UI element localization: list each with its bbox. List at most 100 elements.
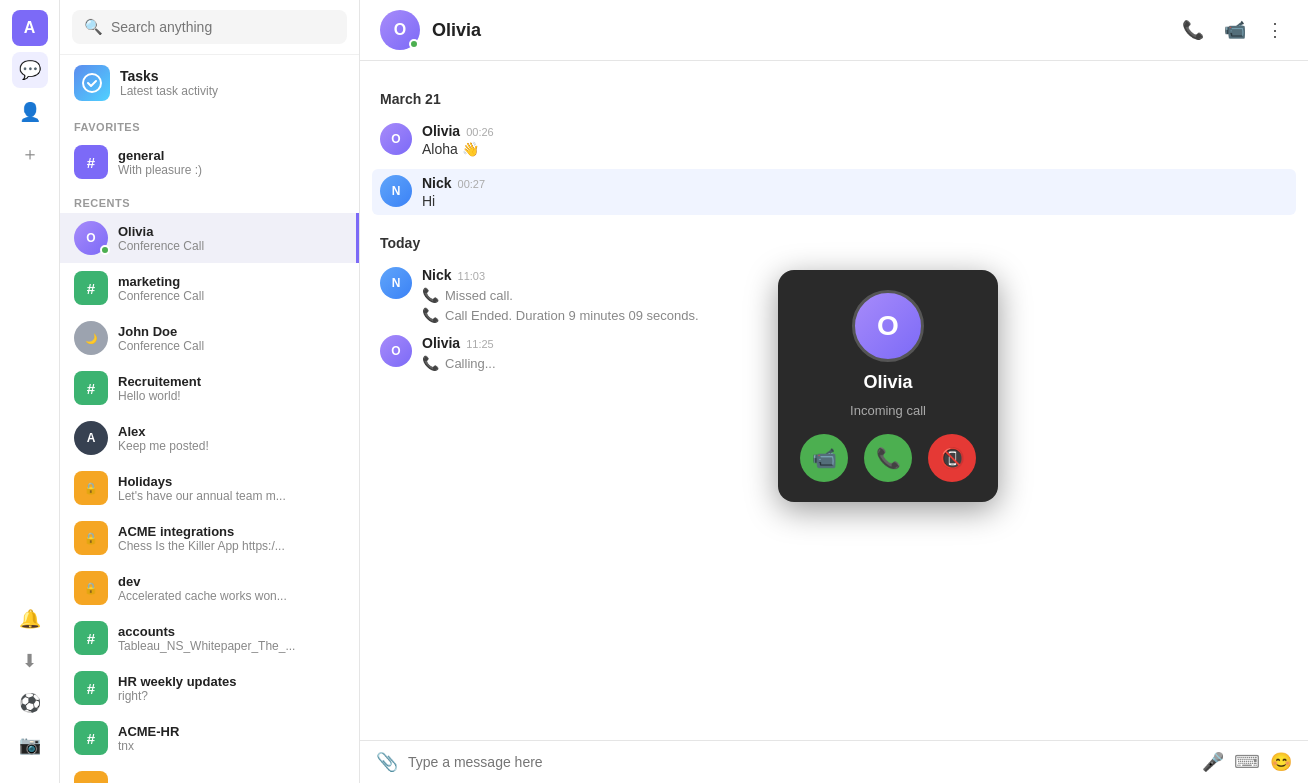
calling-text: Calling... bbox=[445, 356, 496, 371]
chat-header-name: Olivia bbox=[432, 20, 1166, 41]
alex-avatar: A bbox=[74, 421, 108, 455]
item-name: Alex bbox=[118, 424, 345, 439]
online-indicator bbox=[100, 245, 110, 255]
sidebar-item-olivia[interactable]: O Olivia Conference Call bbox=[60, 213, 359, 263]
channel-icon: 🔒 bbox=[74, 771, 108, 783]
missed-call-text: Missed call. bbox=[445, 288, 513, 303]
sidebar-item-general[interactable]: # general With pleasure :) bbox=[60, 137, 359, 187]
accept-call-button[interactable]: 📞 bbox=[864, 434, 912, 482]
camera-icon[interactable]: 📷 bbox=[12, 727, 48, 763]
popup-call-status: Incoming call bbox=[850, 403, 926, 418]
item-sub: Keep me posted! bbox=[118, 439, 345, 453]
msg-avatar: N bbox=[380, 175, 412, 207]
emoji-icon[interactable]: 😊 bbox=[1270, 751, 1292, 773]
tasks-item[interactable]: Tasks Latest task activity bbox=[60, 55, 359, 111]
sidebar-item-marketing[interactable]: # marketing Conference Call bbox=[60, 263, 359, 313]
call-ended-text: Call Ended. Duration 9 minutes 09 second… bbox=[445, 308, 699, 323]
item-name: Recruitement bbox=[118, 374, 345, 389]
popup-caller-name: Olivia bbox=[863, 372, 912, 393]
search-input[interactable] bbox=[111, 19, 335, 35]
sidebar-item-john-doe[interactable]: 🌙 John Doe Conference Call bbox=[60, 313, 359, 363]
item-sub: Conference Call bbox=[118, 339, 345, 353]
sidebar-list: Tasks Latest task activity FAVORITES # g… bbox=[60, 55, 359, 783]
item-sub: Hello world! bbox=[118, 389, 345, 403]
msg-time: 11:03 bbox=[458, 270, 486, 282]
add-icon[interactable]: ＋ bbox=[12, 136, 48, 172]
sidebar-item-acme-hr[interactable]: # ACME-HR tnx bbox=[60, 713, 359, 763]
john-avatar: 🌙 bbox=[74, 321, 108, 355]
msg-content: Olivia 00:26 Aloha 👋 bbox=[422, 123, 1288, 157]
popup-actions: 📹 📞 📵 bbox=[800, 434, 976, 482]
attachment-icon[interactable]: 📎 bbox=[376, 751, 398, 773]
phone-icon[interactable]: 📞 bbox=[1178, 15, 1208, 45]
mic-icon[interactable]: 🎤 bbox=[1202, 751, 1224, 773]
chat-icon[interactable]: 💬 bbox=[12, 52, 48, 88]
msg-avatar: N bbox=[380, 267, 412, 299]
message-row: O Olivia 00:26 Aloha 👋 bbox=[380, 123, 1288, 157]
sidebar-item-recruitement[interactable]: # Recruitement Hello world! bbox=[60, 363, 359, 413]
sidebar-item-acme-integrations[interactable]: 🔒 ACME integrations Chess Is the Killer … bbox=[60, 513, 359, 563]
tasks-sub: Latest task activity bbox=[120, 84, 218, 98]
channel-icon: # bbox=[74, 671, 108, 705]
item-name: general bbox=[118, 148, 345, 163]
sidebar-item-accounts[interactable]: # accounts Tableau_NS_Whitepaper_The_... bbox=[60, 613, 359, 663]
channel-icon: # bbox=[74, 621, 108, 655]
tasks-name: Tasks bbox=[120, 68, 218, 84]
sidebar-item-hr-weekly[interactable]: # HR weekly updates right? bbox=[60, 663, 359, 713]
download-icon[interactable]: ⬇ bbox=[12, 643, 48, 679]
date-group-today: Today bbox=[380, 235, 1288, 251]
user-avatar[interactable]: A bbox=[12, 10, 48, 46]
date-group-march21: March 21 bbox=[380, 91, 1288, 107]
item-sub: tnx bbox=[118, 739, 345, 753]
video-icon[interactable]: 📹 bbox=[1220, 15, 1250, 45]
sidebar-item-alex[interactable]: A Alex Keep me posted! bbox=[60, 413, 359, 463]
channel-icon: # bbox=[74, 145, 108, 179]
header-icons: 📞 📹 ⋮ bbox=[1178, 15, 1288, 45]
msg-sender: Nick bbox=[422, 175, 452, 191]
item-name: John Doe bbox=[118, 324, 345, 339]
favorites-label: FAVORITES bbox=[60, 111, 359, 137]
item-sub: Conference Call bbox=[118, 239, 342, 253]
sidebar-item-dev[interactable]: 🔒 dev Accelerated cache works won... bbox=[60, 563, 359, 613]
msg-sender: Olivia bbox=[422, 335, 460, 351]
channel-icon: 🔒 bbox=[74, 471, 108, 505]
sidebar-item-ai[interactable]: 🔒 Artificial Intelligence bbox=[60, 763, 359, 783]
channel-icon: # bbox=[74, 271, 108, 305]
incoming-call-popup: O Olivia Incoming call 📹 📞 📵 bbox=[778, 270, 998, 502]
item-sub: Chess Is the Killer App https:/... bbox=[118, 539, 345, 553]
msg-avatar: O bbox=[380, 335, 412, 367]
more-icon[interactable]: ⋮ bbox=[1262, 15, 1288, 45]
item-name: ACME integrations bbox=[118, 524, 345, 539]
chat-main: O Olivia 📞 📹 ⋮ March 21 O Olivia 00:26 A… bbox=[360, 0, 1308, 783]
item-sub: Tableau_NS_Whitepaper_The_... bbox=[118, 639, 345, 653]
message-input[interactable] bbox=[408, 754, 1192, 770]
item-name: Olivia bbox=[118, 224, 342, 239]
icon-bar: A 💬 👤 ＋ 🔔 ⬇ ⚽ 📷 bbox=[0, 0, 60, 783]
bell-icon[interactable]: 🔔 bbox=[12, 601, 48, 637]
item-name: ACME-HR bbox=[118, 724, 345, 739]
popup-avatar: O bbox=[852, 290, 924, 362]
item-name: marketing bbox=[118, 274, 345, 289]
keyboard-icon[interactable]: ⌨ bbox=[1234, 751, 1260, 773]
item-name: dev bbox=[118, 574, 345, 589]
contacts-icon[interactable]: 👤 bbox=[12, 94, 48, 130]
chat-header: O Olivia 📞 📹 ⋮ bbox=[360, 0, 1308, 61]
soccer-icon[interactable]: ⚽ bbox=[12, 685, 48, 721]
video-answer-button[interactable]: 📹 bbox=[800, 434, 848, 482]
online-dot bbox=[409, 39, 419, 49]
decline-call-button[interactable]: 📵 bbox=[928, 434, 976, 482]
search-bar: 🔍 bbox=[60, 0, 359, 55]
channel-icon: # bbox=[74, 721, 108, 755]
channel-icon: 🔒 bbox=[74, 571, 108, 605]
recents-label: RECENTS bbox=[60, 187, 359, 213]
msg-time: 00:26 bbox=[466, 126, 494, 138]
chat-input-bar: 📎 🎤 ⌨ 😊 bbox=[360, 740, 1308, 783]
msg-content: Nick 00:27 Hi bbox=[422, 175, 1288, 209]
sidebar-item-holidays[interactable]: 🔒 Holidays Let's have our annual team m.… bbox=[60, 463, 359, 513]
search-icon: 🔍 bbox=[84, 18, 103, 36]
channel-icon: # bbox=[74, 371, 108, 405]
svg-point-0 bbox=[83, 74, 101, 92]
message-row-highlighted: N Nick 00:27 Hi bbox=[372, 169, 1296, 215]
item-name: HR weekly updates bbox=[118, 674, 345, 689]
msg-sender: Olivia bbox=[422, 123, 460, 139]
